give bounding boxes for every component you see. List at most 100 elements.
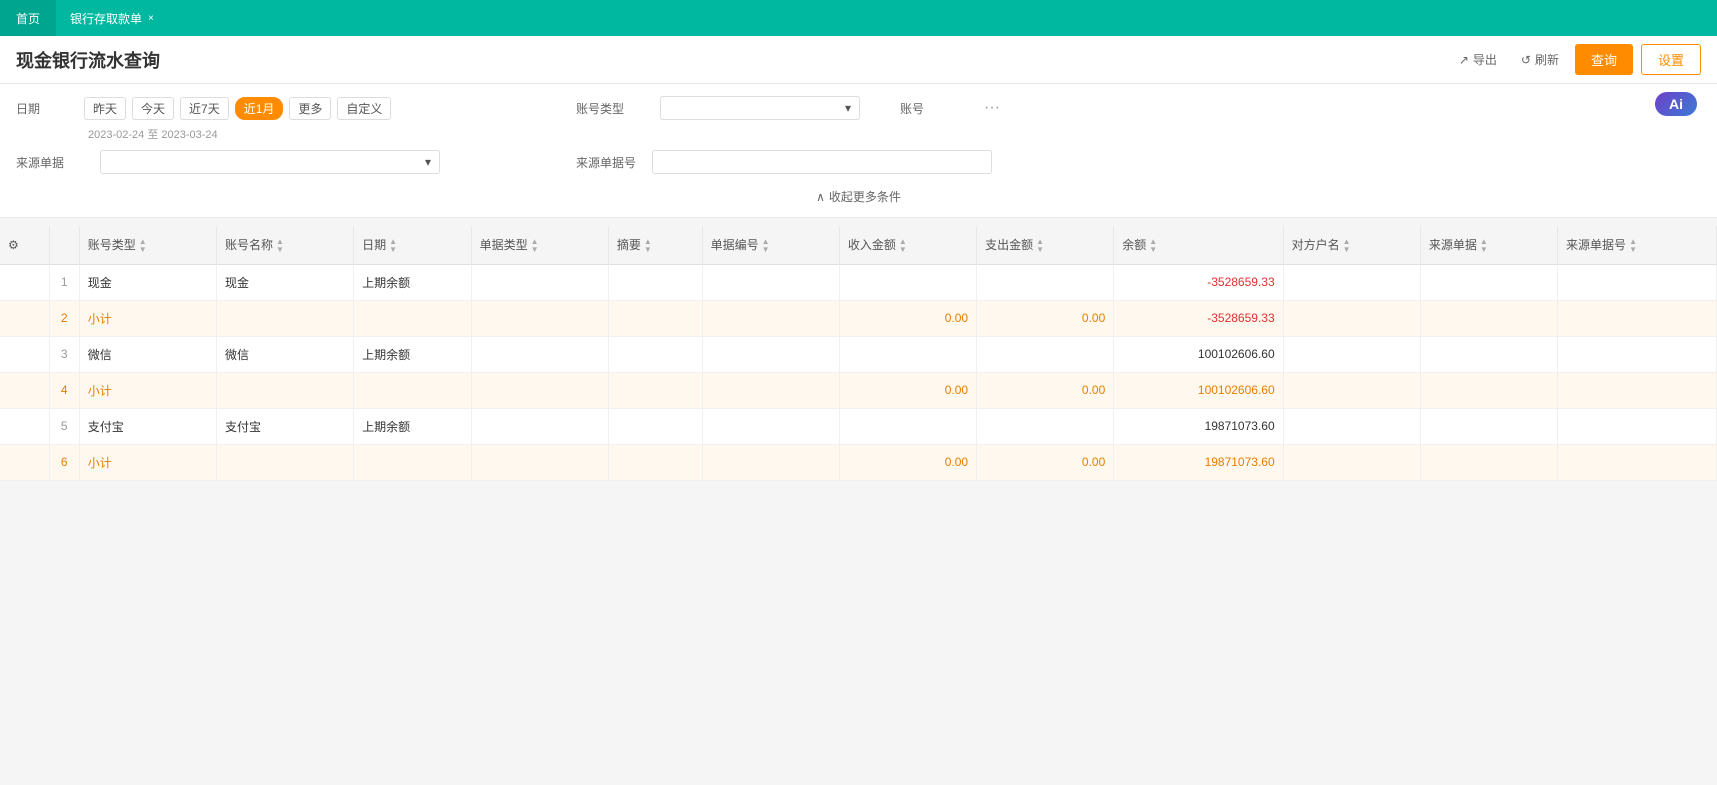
sort-icon-income[interactable]: ▲▼ [899, 238, 907, 254]
cell-src_doc [1420, 336, 1557, 372]
date-range-display: 2023-02-24 至 2023-03-24 [88, 129, 218, 141]
cell-balance: 100102606.60 [1114, 336, 1283, 372]
cell-src_doc [1420, 444, 1557, 480]
sort-icon-expense[interactable]: ▲▼ [1036, 238, 1044, 254]
acct-type-label: 账号类型 [576, 100, 636, 117]
sort-icon-doc_type[interactable]: ▲▼ [531, 238, 539, 254]
close-icon[interactable]: × [148, 13, 154, 24]
sort-icon-acct_name[interactable]: ▲▼ [276, 238, 284, 254]
cell-doc_no [702, 408, 839, 444]
cell-doc_no [702, 336, 839, 372]
cell-doc_type [471, 264, 608, 300]
cell-acct_name: 支付宝 [216, 408, 353, 444]
col-header-acct_name: 账号名称▲▼ [216, 226, 353, 264]
cell-date: 上期余额 [354, 336, 471, 372]
query-button[interactable]: 查询 [1575, 44, 1633, 75]
cell-acct_name: 现金 [216, 264, 353, 300]
more-btn[interactable]: 更多 [289, 97, 331, 120]
settings-button[interactable]: 设置 [1641, 44, 1701, 75]
col-header-src_doc_no: 来源单据号▲▼ [1558, 226, 1717, 264]
refresh-button[interactable]: ↺ 刷新 [1513, 47, 1567, 72]
acct-type-select[interactable]: ▾ [660, 96, 860, 120]
sort-icon-doc_no[interactable]: ▲▼ [762, 238, 770, 254]
sort-icon-src_doc_no[interactable]: ▲▼ [1629, 238, 1637, 254]
source-doc-label: 来源单据 [16, 154, 76, 171]
cell-expense [977, 264, 1114, 300]
cell-acct_type: 小计 [79, 300, 216, 336]
source-doc-no-input[interactable] [652, 150, 992, 174]
cell-src_doc_no [1558, 264, 1717, 300]
cell-doc_type [471, 408, 608, 444]
cell-balance: 19871073.60 [1114, 408, 1283, 444]
sort-icon-acct_type[interactable]: ▲▼ [139, 238, 147, 254]
export-icon: ↗ [1459, 53, 1469, 67]
col-header-acct_type: 账号类型▲▼ [79, 226, 216, 264]
col-header-doc_no: 单据编号▲▼ [702, 226, 839, 264]
nav-home[interactable]: 首页 [0, 0, 56, 36]
cell-src_doc_no [1558, 336, 1717, 372]
col-header-summary: 摘要▲▼ [608, 226, 702, 264]
header-actions: ↗ 导出 ↺ 刷新 查询 设置 [1451, 44, 1701, 75]
custom-btn[interactable]: 自定义 [337, 97, 391, 120]
acct-more-btn[interactable]: ··· [976, 99, 1008, 117]
cell-doc_no [702, 444, 839, 480]
nav-tab-银行存取款单[interactable]: 银行存取款单× [56, 0, 192, 36]
sort-icon-balance[interactable]: ▲▼ [1149, 238, 1157, 254]
col-header-expense: 支出金额▲▼ [977, 226, 1114, 264]
ai-badge[interactable]: Ai [1655, 92, 1697, 116]
cell-date [354, 372, 471, 408]
today-btn[interactable]: 今天 [132, 97, 174, 120]
cell-summary [608, 444, 702, 480]
cell-date: 上期余额 [354, 264, 471, 300]
export-button[interactable]: ↗ 导出 [1451, 47, 1505, 72]
date-label: 日期 [16, 100, 76, 117]
table-row: 5支付宝支付宝上期余额19871073.60 [0, 408, 1717, 444]
cell-src_doc_no [1558, 444, 1717, 480]
cell-doc_no [702, 372, 839, 408]
filter-row-source: 来源单据 ▾ 来源单据号 [16, 150, 1701, 174]
cell-doc_type [471, 372, 608, 408]
cell-doc_no [702, 264, 839, 300]
sort-icon-counterparty[interactable]: ▲▼ [1343, 238, 1351, 254]
row-gear-cell [0, 264, 49, 300]
cell-balance: -3528659.33 [1114, 264, 1283, 300]
table-body: 1现金现金上期余额-3528659.332小计0.000.00-3528659.… [0, 264, 1717, 480]
cell-counterparty [1283, 372, 1420, 408]
cell-src_doc_no [1558, 372, 1717, 408]
cell-doc_type [471, 300, 608, 336]
cell-acct_type: 小计 [79, 372, 216, 408]
nav-tabs: 收款单×付款单×其他收入单×应收应付调整单×银行存取款单×预收冲应收单×收款核销… [56, 0, 192, 36]
row-gear-cell [0, 300, 49, 336]
last1month-btn[interactable]: 近1月 [235, 97, 284, 120]
table-container: ⚙账号类型▲▼账号名称▲▼日期▲▼单据类型▲▼摘要▲▼单据编号▲▼收入金额▲▼支… [0, 226, 1717, 481]
sort-icon-summary[interactable]: ▲▼ [644, 238, 652, 254]
row-gear-cell [0, 408, 49, 444]
last7days-btn[interactable]: 近7天 [180, 97, 229, 120]
cell-acct_name [216, 372, 353, 408]
cell-summary [608, 264, 702, 300]
cell-acct_type: 现金 [79, 264, 216, 300]
source-doc-select[interactable]: ▾ [100, 150, 440, 174]
cell-balance: 19871073.60 [1114, 444, 1283, 480]
col-header-income: 收入金额▲▼ [839, 226, 976, 264]
sort-icon-src_doc[interactable]: ▲▼ [1480, 238, 1488, 254]
cell-date: 上期余额 [354, 408, 471, 444]
table-row: 6小计0.000.0019871073.60 [0, 444, 1717, 480]
date-options: 昨天 今天 近7天 近1月 更多 自定义 [84, 97, 391, 120]
gear-header-icon[interactable]: ⚙ [8, 238, 19, 252]
yesterday-btn[interactable]: 昨天 [84, 97, 126, 120]
cell-income: 0.00 [839, 372, 976, 408]
table-row: 3微信微信上期余额100102606.60 [0, 336, 1717, 372]
cell-summary [608, 336, 702, 372]
cell-counterparty [1283, 264, 1420, 300]
cell-src_doc [1420, 408, 1557, 444]
cell-counterparty [1283, 336, 1420, 372]
cell-expense: 0.00 [977, 300, 1114, 336]
col-header-date: 日期▲▼ [354, 226, 471, 264]
collapse-bar[interactable]: ∧ 收起更多条件 [16, 184, 1701, 209]
sort-icon-date[interactable]: ▲▼ [389, 238, 397, 254]
cell-income: 0.00 [839, 444, 976, 480]
page-title: 现金银行流水查询 [16, 47, 160, 73]
cell-date [354, 300, 471, 336]
row-num: 4 [49, 372, 79, 408]
